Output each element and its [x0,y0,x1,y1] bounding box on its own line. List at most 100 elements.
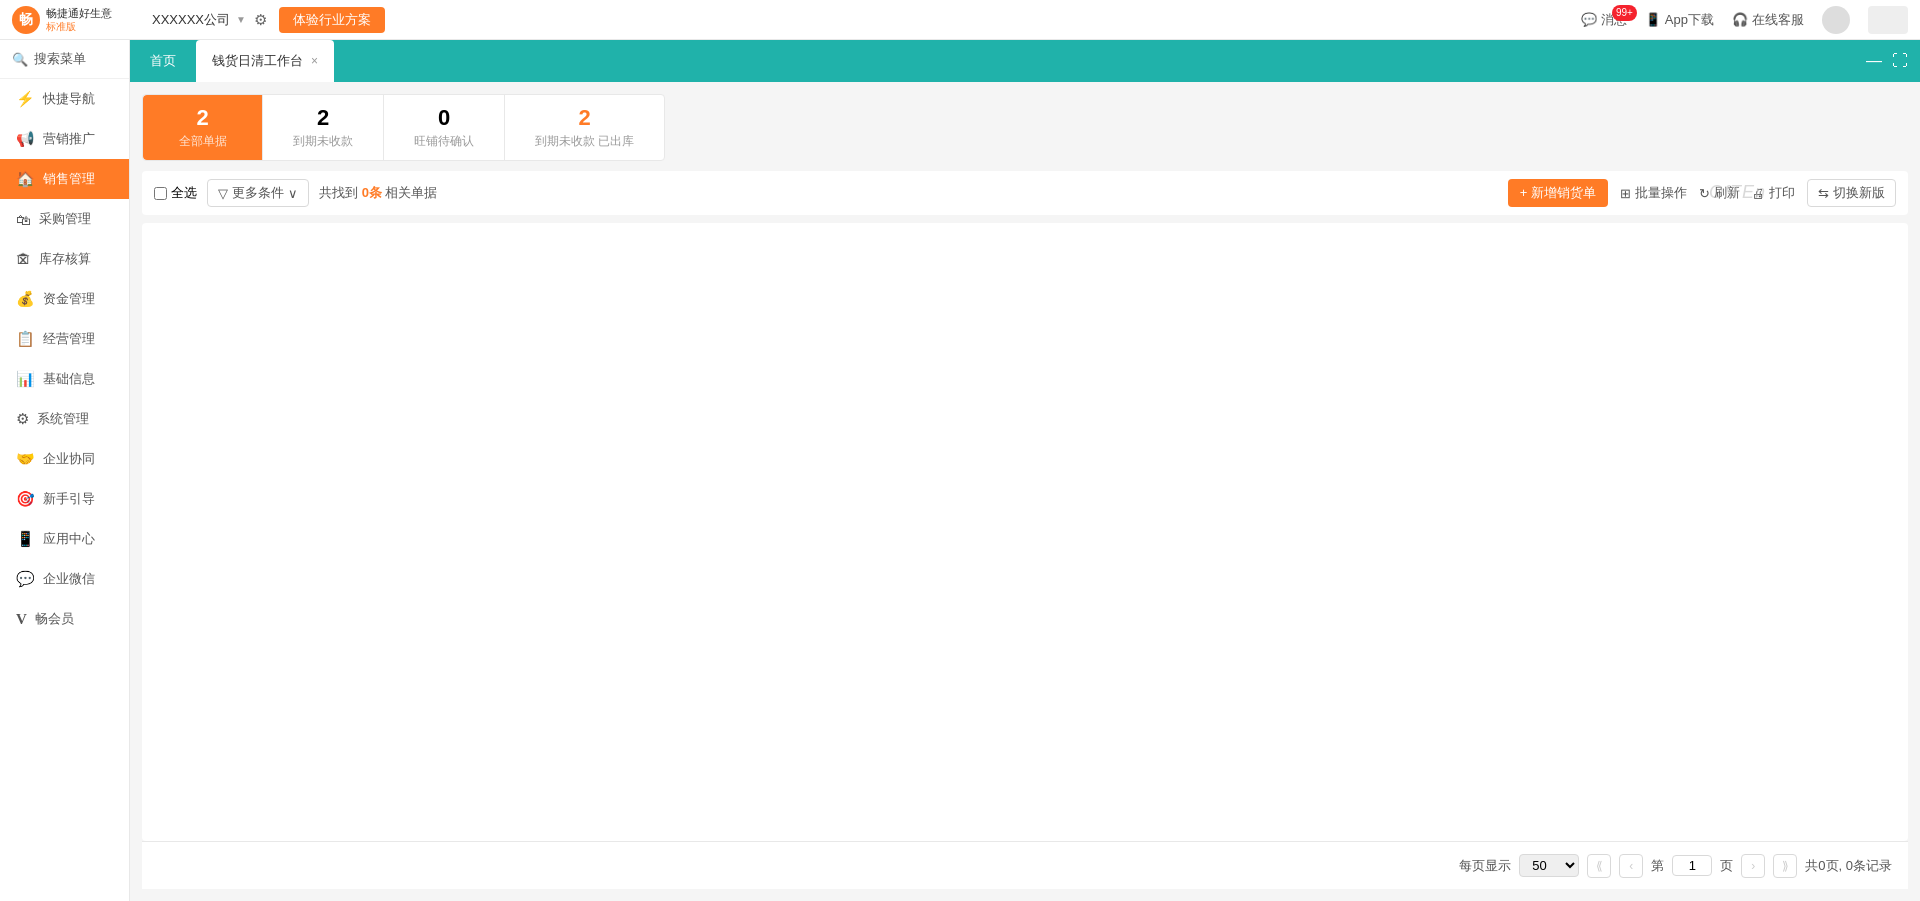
stats-tabs: 2 全部单据 2 到期未收款 0 旺铺待确认 2 到期未收款 已出库 [142,94,665,161]
filter-button[interactable]: ▽ 更多条件 ∨ [207,179,309,207]
chevron-filter-icon: ∨ [288,186,298,201]
page-label-pre: 第 [1651,857,1664,875]
tab-bar: 首页 钱货日清工作台 × — ⛶ [130,40,1920,82]
message-button[interactable]: 💬 消息 99+ [1581,11,1627,29]
expand-icon[interactable]: ⛶ [1892,52,1908,70]
trial-button[interactable]: 体验行业方案 [279,7,385,33]
logo-area: 畅 畅捷通好生意 标准版 [12,6,142,34]
table-empty [142,223,1908,841]
stat-label-pending: 旺铺待确认 [414,133,474,150]
page-size-select[interactable]: 50 100 200 [1519,854,1579,877]
add-sales-button[interactable]: + 新增销货单 [1508,179,1608,207]
switch-icon: ⇆ [1818,186,1829,201]
stat-num-pending: 0 [414,105,474,131]
stat-tab-overdue[interactable]: 2 到期未收款 [263,95,384,160]
found-count: 0条 [362,185,382,200]
pagination-bar: 每页显示 50 100 200 ⟪ ‹ 第 1 页 › ⟫ 共0页, 0条记录 [142,841,1908,889]
toolbar-right: + 新增销货单 ⊞ 批量操作 ↻ 刷新 🖨 打印 ⇆ [1508,179,1896,207]
sidebar-item-newcomer[interactable]: 🎯 新手引导 [0,479,129,519]
sidebar: 🔍 搜索菜单 ⚡ 快捷导航 📢 营销推广 🏠 销售管理 🛍 采购管理 🏚 库存核… [0,40,130,901]
sidebar-item-system[interactable]: ⚙ 系统管理 [0,399,129,439]
stat-tab-all[interactable]: 2 全部单据 [143,95,263,160]
page-content: 2 全部单据 2 到期未收款 0 旺铺待确认 2 到期未收款 已出库 [130,82,1920,901]
sidebar-item-operation[interactable]: 📋 经营管理 [0,319,129,359]
online-service-button[interactable]: 🎧 在线客服 [1732,11,1804,29]
purchase-icon: 🛍 [16,211,31,228]
sidebar-item-sales[interactable]: 🏠 销售管理 [0,159,129,199]
sales-icon: 🏠 [16,170,35,188]
operation-icon: 📋 [16,330,35,348]
print-button[interactable]: 🖨 打印 [1752,184,1795,202]
sidebar-item-inventory[interactable]: 🏚 库存核算 [0,239,129,279]
minimize-icon[interactable]: — [1866,52,1882,70]
sidebar-item-member[interactable]: V 畅会员 [0,599,129,639]
sidebar-item-marketing[interactable]: 📢 营销推广 [0,119,129,159]
main-layout: 🔍 搜索菜单 ⚡ 快捷导航 📢 营销推广 🏠 销售管理 🛍 采购管理 🏚 库存核… [0,40,1920,901]
headset-icon: 🎧 [1732,12,1748,27]
last-page-button[interactable]: ⟫ [1773,854,1797,878]
stat-num-shipped: 2 [535,105,634,131]
total-label: 共0页, 0条记录 [1805,857,1892,875]
tab-active[interactable]: 钱货日清工作台 × [196,40,334,82]
stat-tab-shipped[interactable]: 2 到期未收款 已出库 [505,95,664,160]
company-name: XXXXXX公司 [152,11,230,29]
filter-icon: ▽ [218,186,228,201]
message-badge: 99+ [1612,5,1637,21]
page-size-label: 每页显示 [1459,857,1511,875]
message-icon: 💬 [1581,12,1597,27]
logo-text: 畅捷通好生意 标准版 [46,6,112,33]
avatar[interactable] [1822,6,1850,34]
sidebar-item-enterprise[interactable]: 🤝 企业协同 [0,439,129,479]
tab-bar-right: — ⛶ [1866,52,1920,70]
sidebar-item-quick-nav[interactable]: ⚡ 快捷导航 [0,79,129,119]
settings-icon[interactable]: ⚙ [254,11,267,29]
page-label: 页 [1720,857,1733,875]
search-icon: 🔍 [12,52,28,67]
newcomer-icon: 🎯 [16,490,35,508]
quick-nav-icon: ⚡ [16,90,35,108]
header-right: 💬 消息 99+ 📱 App下载 🎧 在线客服 [1581,6,1908,34]
stat-num-all: 2 [173,105,232,131]
app-center-icon: 📱 [16,530,35,548]
refresh-button[interactable]: ↻ 刷新 [1699,184,1740,202]
toolbar: 全选 ▽ 更多条件 ∨ 共找到 0条 相关单据 + 新增销货单 ⊞ 批量操作 [142,171,1908,215]
stat-label-all: 全部单据 [173,133,232,150]
top-header: 畅 畅捷通好生意 标准版 XXXXXX公司 ▼ ⚙ 体验行业方案 💬 消息 99… [0,0,1920,40]
next-page-button[interactable]: › [1741,854,1765,878]
app-download-button[interactable]: 📱 App下载 [1645,11,1714,29]
tab-close-icon[interactable]: × [311,54,318,68]
table-area [142,223,1908,841]
switch-version-button[interactable]: ⇆ 切换新版 [1807,179,1896,207]
basic-info-icon: 📊 [16,370,35,388]
sidebar-item-app-center[interactable]: 📱 应用中心 [0,519,129,559]
company-selector[interactable]: XXXXXX公司 ▼ [152,11,246,29]
batch-icon: ⊞ [1620,186,1631,201]
weixin-icon: 💬 [16,570,35,588]
prev-page-button[interactable]: ‹ [1619,854,1643,878]
batch-operation-button[interactable]: ⊞ 批量操作 [1620,184,1687,202]
sidebar-item-weixin[interactable]: 💬 企业微信 [0,559,129,599]
logo-icon: 畅 [12,6,40,34]
first-page-button[interactable]: ⟪ [1587,854,1611,878]
sidebar-search[interactable]: 🔍 搜索菜单 [0,40,129,79]
app-icon: 📱 [1645,12,1661,27]
stat-label-overdue: 到期未收款 [293,133,353,150]
user-menu[interactable] [1868,6,1908,34]
sidebar-item-finance[interactable]: 💰 资金管理 [0,279,129,319]
select-all-area[interactable]: 全选 [154,184,197,202]
refresh-icon: ↻ [1699,186,1710,201]
chevron-down-icon: ▼ [236,14,246,25]
content-area: 首页 钱货日清工作台 × — ⛶ 2 全部单据 2 到期未收款 [130,40,1920,901]
select-all-checkbox[interactable] [154,187,167,200]
tab-home[interactable]: 首页 [130,40,196,82]
found-text: 共找到 0条 相关单据 [319,184,437,202]
page-input[interactable]: 1 [1672,855,1712,876]
sidebar-item-basic-info[interactable]: 📊 基础信息 [0,359,129,399]
stat-tab-pending[interactable]: 0 旺铺待确认 [384,95,505,160]
stat-num-overdue: 2 [293,105,353,131]
print-icon: 🖨 [1752,186,1765,201]
inventory-icon: 🏚 [16,251,31,268]
stat-label-shipped: 到期未收款 已出库 [535,133,634,150]
sidebar-item-purchase[interactable]: 🛍 采购管理 [0,199,129,239]
finance-icon: 💰 [16,290,35,308]
